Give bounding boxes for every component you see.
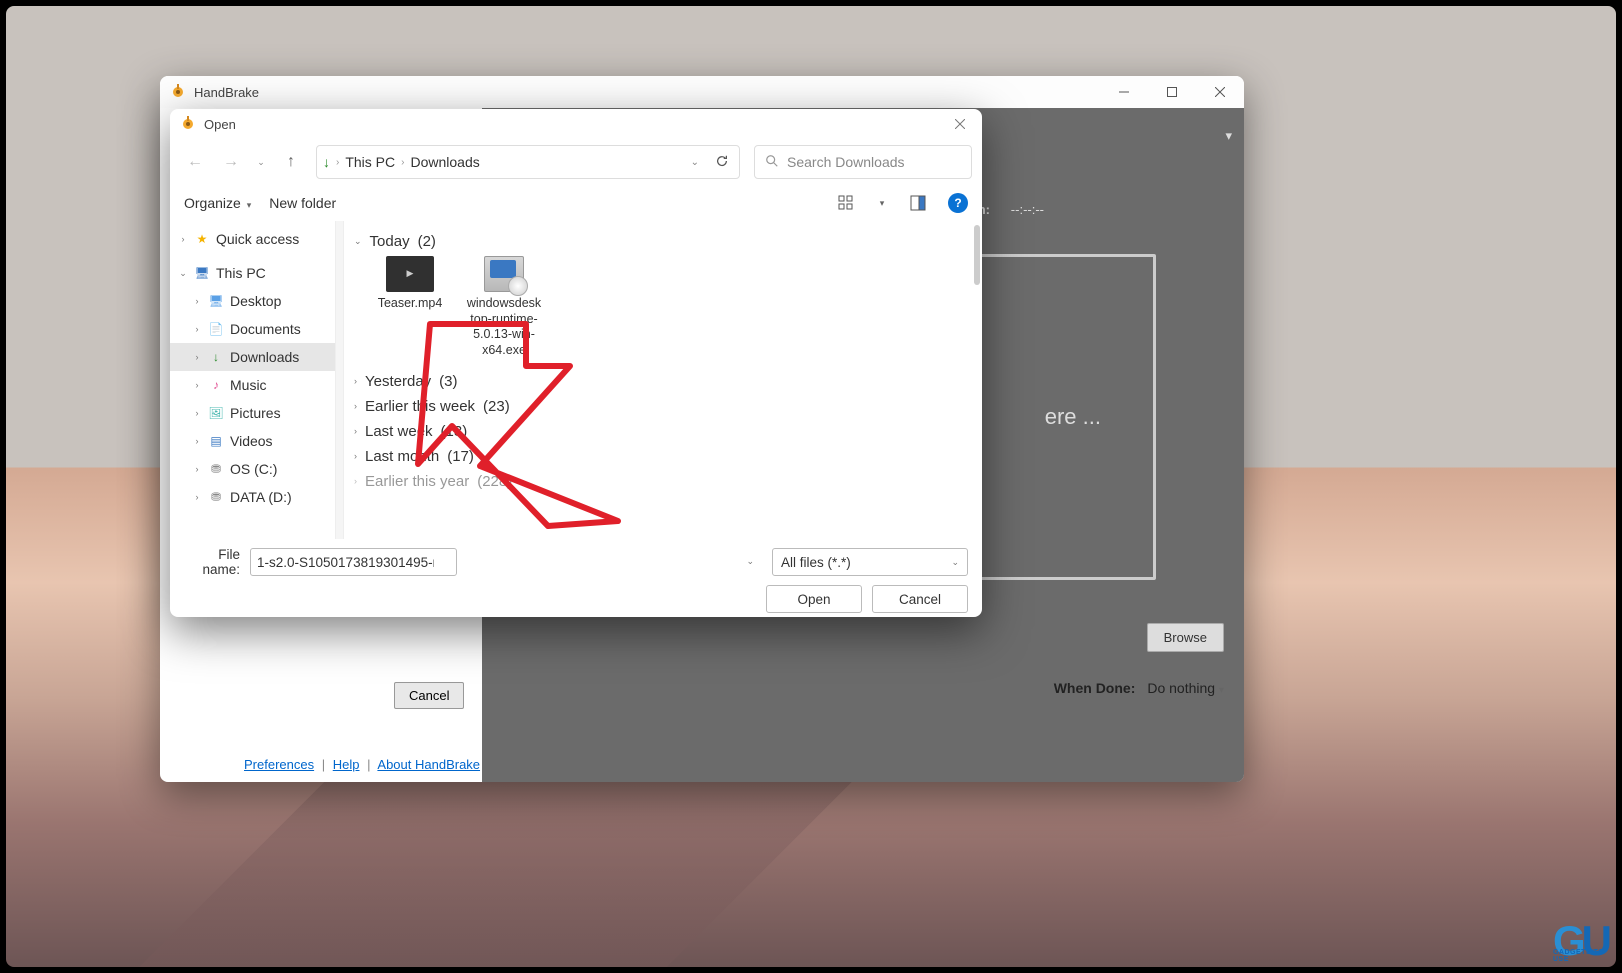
handbrake-icon (180, 116, 196, 132)
window-title: HandBrake (194, 85, 259, 100)
star-icon: ★ (194, 232, 210, 246)
videos-icon: ▤ (208, 434, 224, 448)
dialog-bottom-bar: File name: ⌄ All files (*.*)⌄ Open Cance… (170, 539, 982, 617)
file-scrollbar[interactable] (974, 225, 980, 285)
drive-icon: ⛃ (208, 462, 224, 476)
tree-videos[interactable]: ›▤Videos (170, 427, 335, 455)
tree-scrollbar[interactable] (336, 221, 344, 539)
nav-forward-button[interactable]: → (216, 147, 246, 177)
group-today[interactable]: ⌄Today(2) (354, 227, 972, 252)
search-icon (765, 154, 779, 171)
group-earlier-this-year[interactable]: ›Earlier this year(228) (354, 467, 972, 492)
toolbar: Organize ▾ New folder ▾ ? (170, 185, 982, 221)
pc-icon: 🖥 (194, 266, 210, 280)
preview-pane-button[interactable] (906, 191, 930, 215)
top-right-dropdown[interactable]: ▾ (1225, 128, 1232, 144)
duration-value: --:--:-- (1011, 202, 1044, 217)
cancel-button[interactable]: Cancel (872, 585, 968, 613)
minimize-button[interactable] (1100, 76, 1148, 108)
handbrake-icon (170, 84, 186, 100)
tree-desktop[interactable]: ›🖥Desktop (170, 287, 335, 315)
search-input[interactable]: Search Downloads (754, 145, 972, 179)
nav-up-button[interactable]: ↑ (276, 147, 306, 177)
when-done-select[interactable]: Do nothing ▾ (1147, 680, 1224, 696)
tree-data-d[interactable]: ›⛃DATA (D:) (170, 483, 335, 511)
group-last-week[interactable]: ›Last week(13) (354, 417, 972, 442)
maximize-button[interactable] (1148, 76, 1196, 108)
help-link[interactable]: Help (333, 757, 360, 772)
music-icon: ♪ (208, 378, 224, 392)
group-last-month[interactable]: ›Last month(17) (354, 442, 972, 467)
drive-icon: ⛃ (208, 490, 224, 504)
when-done-label: When Done: (1054, 680, 1136, 696)
chevron-right-icon: › (336, 157, 339, 168)
group-earlier-this-week[interactable]: ›Earlier this week(23) (354, 392, 972, 417)
preferences-link[interactable]: Preferences (244, 757, 314, 772)
refresh-button[interactable] (711, 154, 733, 171)
desktop-icon: 🖥 (208, 294, 224, 308)
new-folder-button[interactable]: New folder (269, 195, 336, 211)
source-cancel-button[interactable]: Cancel (394, 682, 464, 709)
help-button[interactable]: ? (948, 193, 968, 213)
documents-icon: 📄 (208, 322, 224, 336)
dialog-close-button[interactable] (938, 109, 982, 139)
footer-links: Preferences | Help | About HandBrake (244, 757, 480, 772)
organize-button[interactable]: Organize ▾ (184, 195, 251, 211)
chevron-right-icon: › (401, 157, 404, 168)
view-dropdown[interactable]: ▾ (876, 191, 888, 215)
file-list[interactable]: ⌄Today(2) ▶ Teaser.mp4 windowsdesktop-ru… (344, 221, 982, 539)
pictures-icon: 🖼 (208, 406, 224, 420)
titlebar: HandBrake (160, 76, 1244, 108)
when-done-row: When Done: Do nothing ▾ (1054, 680, 1224, 696)
view-layout-button[interactable] (834, 191, 858, 215)
tree-documents[interactable]: ›📄Documents (170, 315, 335, 343)
filename-input[interactable] (250, 548, 457, 576)
address-bar[interactable]: ↓ › This PC › Downloads ⌄ (316, 145, 740, 179)
download-icon: ↓ (323, 154, 330, 170)
file-teaser-mp4[interactable]: ▶ Teaser.mp4 (372, 256, 448, 359)
nav-back-button[interactable]: ← (180, 147, 210, 177)
tree-downloads[interactable]: ›↓Downloads (170, 343, 335, 371)
watermark: GU GADGETS TO USE (1553, 917, 1612, 965)
tree-os-c[interactable]: ›⛃OS (C:) (170, 455, 335, 483)
dialog-title: Open (204, 117, 236, 132)
filename-label: File name: (180, 547, 240, 577)
tree-this-pc[interactable]: ⌄🖥This PC (170, 259, 335, 287)
about-link[interactable]: About HandBrake (377, 757, 480, 772)
nav-recent-dropdown[interactable]: ⌄ (252, 147, 270, 177)
tree-pictures[interactable]: ›🖼Pictures (170, 399, 335, 427)
search-placeholder: Search Downloads (787, 154, 905, 170)
group-yesterday[interactable]: ›Yesterday(3) (354, 367, 972, 392)
video-thumb-icon: ▶ (386, 256, 434, 292)
breadcrumb-this-pc[interactable]: This PC (345, 154, 395, 170)
nav-row: ← → ⌄ ↑ ↓ › This PC › Downloads ⌄ Search… (170, 139, 982, 185)
file-windows-runtime-exe[interactable]: windowsdesktop-runtime-5.0.13-win-x64.ex… (466, 256, 542, 359)
close-button[interactable] (1196, 76, 1244, 108)
open-button[interactable]: Open (766, 585, 862, 613)
browse-button[interactable]: Browse (1147, 623, 1224, 652)
tree-quick-access[interactable]: ›★Quick access (170, 225, 335, 253)
dialog-titlebar: Open (170, 109, 982, 139)
filename-dropdown[interactable]: ⌄ (746, 556, 754, 567)
tree-music[interactable]: ›♪Music (170, 371, 335, 399)
address-dropdown[interactable]: ⌄ (685, 157, 705, 168)
download-icon: ↓ (208, 350, 224, 364)
file-filter-select[interactable]: All files (*.*)⌄ (772, 548, 968, 576)
breadcrumb-downloads[interactable]: Downloads (410, 154, 479, 170)
nav-tree: ›★Quick access ⌄🖥This PC ›🖥Desktop ›📄Doc… (170, 221, 336, 539)
installer-icon (484, 256, 524, 292)
open-file-dialog: Open ← → ⌄ ↑ ↓ › This PC › Downloads ⌄ S… (170, 109, 982, 617)
